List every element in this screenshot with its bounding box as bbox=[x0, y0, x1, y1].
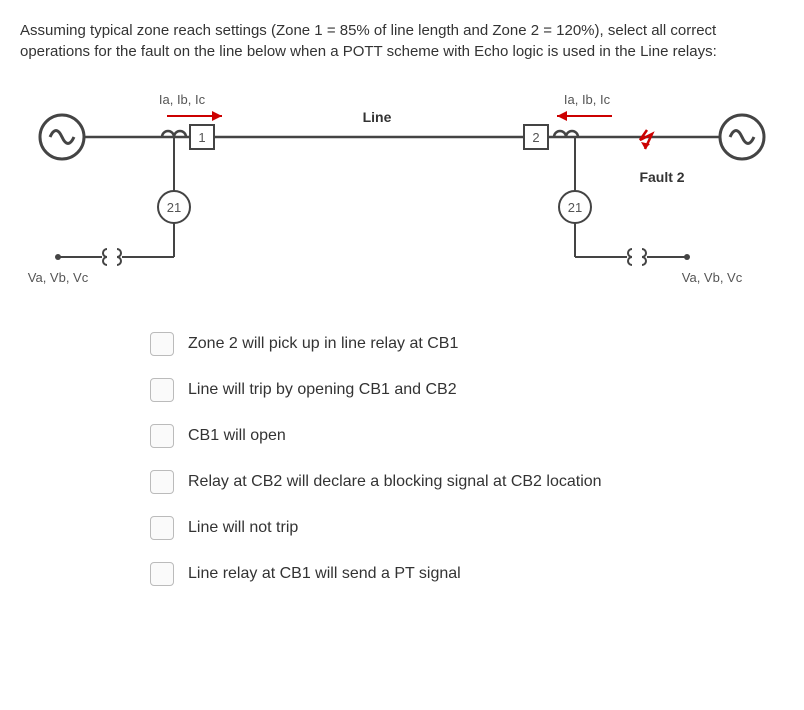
arrow-left-head bbox=[212, 111, 222, 121]
pt-right-left-coil bbox=[628, 249, 632, 265]
options-list: Zone 2 will pick up in line relay at CB1… bbox=[150, 332, 784, 586]
option-checkbox-1[interactable] bbox=[150, 378, 174, 402]
arrow-right-head bbox=[557, 111, 567, 121]
option-label: Relay at CB2 will declare a blocking sig… bbox=[188, 473, 602, 491]
pt-left-left-coil bbox=[103, 249, 107, 265]
circuit-svg: 1 2 Line Ia, Ib, Ic Ia, Ib, Ic Fault 2 2… bbox=[22, 82, 782, 302]
option-row: CB1 will open bbox=[150, 424, 784, 448]
option-row: Line will trip by opening CB1 and CB2 bbox=[150, 378, 784, 402]
sine-left-icon bbox=[50, 131, 74, 144]
relay-left-label: 21 bbox=[167, 200, 181, 215]
breaker-left-label: 1 bbox=[198, 130, 205, 145]
option-checkbox-2[interactable] bbox=[150, 424, 174, 448]
relay-right-label: 21 bbox=[568, 200, 582, 215]
question-text: Assuming typical zone reach settings (Zo… bbox=[20, 20, 784, 62]
option-row: Zone 2 will pick up in line relay at CB1 bbox=[150, 332, 784, 356]
voltage-left-label: Va, Vb, Vc bbox=[28, 270, 89, 285]
pt-right-right-coil bbox=[642, 249, 646, 265]
pt-left-dot bbox=[55, 254, 61, 260]
option-row: Line relay at CB1 will send a PT signal bbox=[150, 562, 784, 586]
option-checkbox-4[interactable] bbox=[150, 516, 174, 540]
line-label: Line bbox=[363, 109, 392, 125]
option-checkbox-5[interactable] bbox=[150, 562, 174, 586]
pt-left-right-coil bbox=[117, 249, 121, 265]
option-label: Line will trip by opening CB1 and CB2 bbox=[188, 381, 457, 399]
current-left-label: Ia, Ib, Ic bbox=[159, 92, 206, 107]
fault-label: Fault 2 bbox=[639, 169, 684, 185]
voltage-right-label: Va, Vb, Vc bbox=[682, 270, 743, 285]
sine-right-icon bbox=[730, 131, 754, 144]
breaker-right-label: 2 bbox=[532, 130, 539, 145]
option-label: Line will not trip bbox=[188, 519, 298, 537]
option-checkbox-0[interactable] bbox=[150, 332, 174, 356]
circuit-diagram: 1 2 Line Ia, Ib, Ic Ia, Ib, Ic Fault 2 2… bbox=[22, 82, 782, 302]
current-right-label: Ia, Ib, Ic bbox=[564, 92, 611, 107]
option-row: Line will not trip bbox=[150, 516, 784, 540]
option-label: Zone 2 will pick up in line relay at CB1 bbox=[188, 335, 458, 353]
option-row: Relay at CB2 will declare a blocking sig… bbox=[150, 470, 784, 494]
option-checkbox-3[interactable] bbox=[150, 470, 174, 494]
option-label: CB1 will open bbox=[188, 427, 286, 445]
pt-right-dot bbox=[684, 254, 690, 260]
option-label: Line relay at CB1 will send a PT signal bbox=[188, 565, 461, 583]
